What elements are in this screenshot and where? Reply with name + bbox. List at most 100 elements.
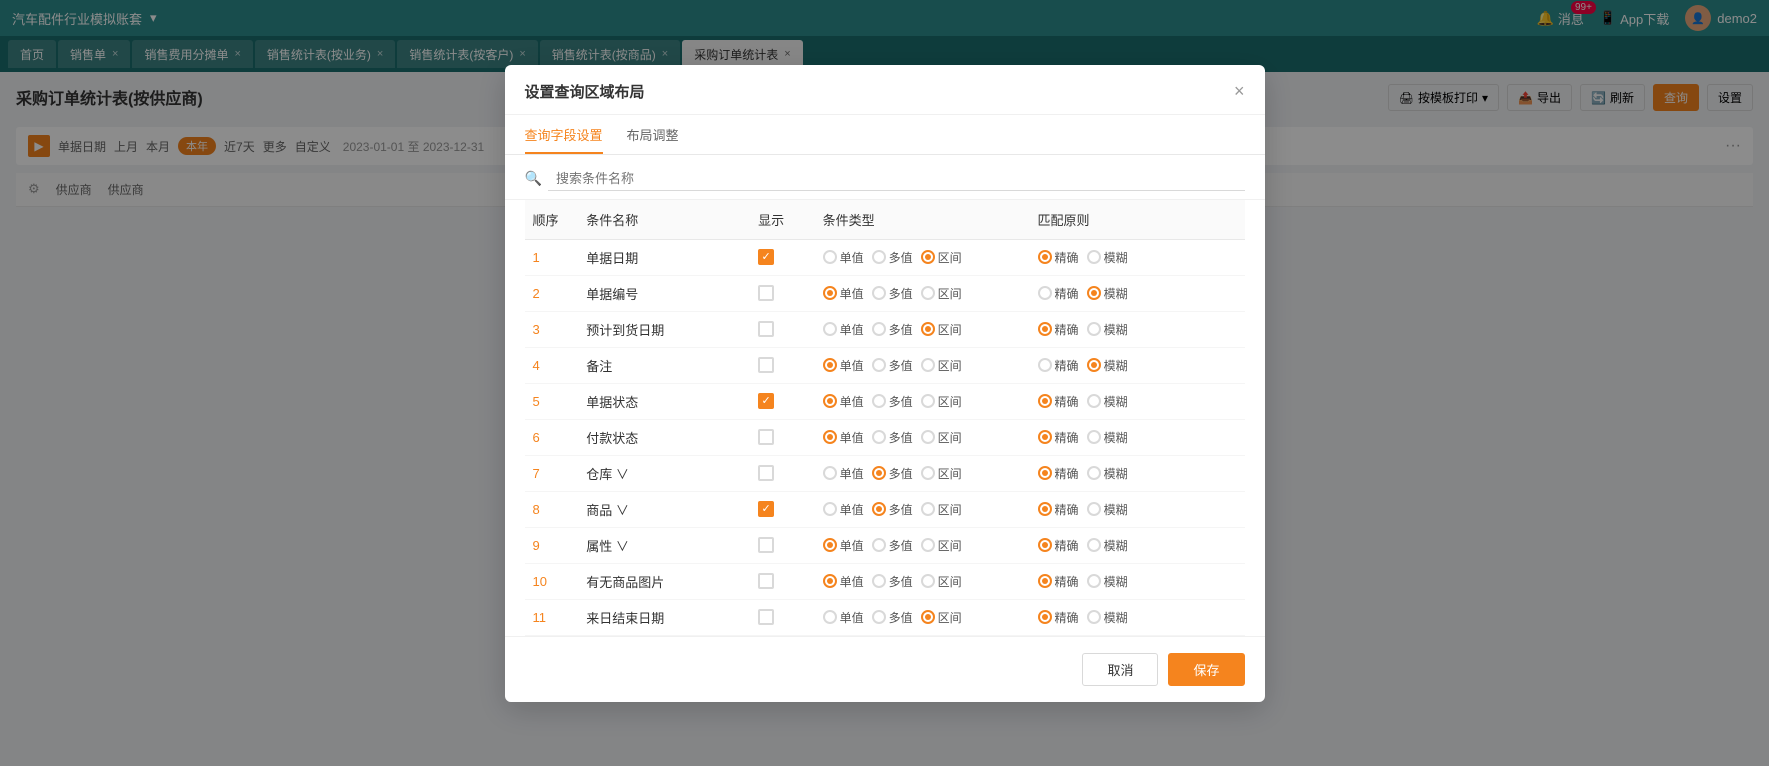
match-radio-精确[interactable]: 精确 [1038,357,1079,374]
type-radio-多值[interactable]: 多值 [872,285,913,302]
show-checkbox[interactable] [758,393,774,409]
type-radio-区间[interactable]: 区间 [921,429,962,446]
type-radio-单值[interactable]: 单值 [823,321,864,338]
type-radio-单值[interactable]: 单值 [823,501,864,518]
type-radio-区间[interactable]: 区间 [921,609,962,626]
cancel-button[interactable]: 取消 [1082,653,1158,686]
row-show-checkbox[interactable] [750,275,814,311]
type-radio-区间[interactable]: 区间 [921,501,962,518]
show-checkbox[interactable] [758,501,774,517]
type-radio-单值[interactable]: 单值 [823,357,864,374]
match-radio-精确[interactable]: 精确 [1038,321,1079,338]
type-radio-多值[interactable]: 多值 [872,321,913,338]
row-show-checkbox[interactable] [750,491,814,527]
match-radio-精确[interactable]: 精确 [1038,573,1079,590]
row-order: 4 [525,347,579,383]
type-radio-多值[interactable]: 多值 [872,465,913,482]
row-type: 单值多值区间 [815,491,1030,527]
show-checkbox[interactable] [758,465,774,481]
table-row: 4备注单值多值区间精确模糊 [525,347,1245,383]
row-show-checkbox[interactable] [750,563,814,599]
dialog-tab-layout[interactable]: 布局调整 [627,115,679,154]
type-radio-区间[interactable]: 区间 [921,537,962,554]
match-radio-模糊[interactable]: 模糊 [1087,393,1128,410]
match-radio-模糊[interactable]: 模糊 [1087,537,1128,554]
type-radio-区间[interactable]: 区间 [921,321,962,338]
match-radio-模糊[interactable]: 模糊 [1087,321,1128,338]
row-show-checkbox[interactable] [750,383,814,419]
radio-circle [823,574,837,588]
row-show-checkbox[interactable] [750,599,814,635]
type-radio-多值[interactable]: 多值 [872,609,913,626]
type-radio-单值[interactable]: 单值 [823,429,864,446]
match-radio-精确[interactable]: 精确 [1038,501,1079,518]
type-radio-区间[interactable]: 区间 [921,357,962,374]
row-show-checkbox[interactable] [750,455,814,491]
search-input[interactable] [556,171,1237,186]
type-radio-单值[interactable]: 单值 [823,393,864,410]
dialog-close-btn[interactable]: × [1234,82,1245,100]
type-radio-单值[interactable]: 单值 [823,573,864,590]
type-radio-区间[interactable]: 区间 [921,573,962,590]
show-checkbox[interactable] [758,321,774,337]
match-radio-精确[interactable]: 精确 [1038,285,1079,302]
type-radio-多值[interactable]: 多值 [872,537,913,554]
match-radio-模糊[interactable]: 模糊 [1087,609,1128,626]
match-radio-精确[interactable]: 精确 [1038,249,1079,266]
type-radio-单值[interactable]: 单值 [823,537,864,554]
show-checkbox[interactable] [758,249,774,265]
show-checkbox[interactable] [758,573,774,589]
th-show: 显示 [750,200,814,240]
match-radio-精确[interactable]: 精确 [1038,393,1079,410]
row-show-checkbox[interactable] [750,311,814,347]
type-radio-区间[interactable]: 区间 [921,285,962,302]
radio-circle [1038,502,1052,516]
row-type: 单值多值区间 [815,383,1030,419]
table-row: 5单据状态单值多值区间精确模糊 [525,383,1245,419]
row-match: 精确模糊 [1030,419,1245,455]
type-radio-多值[interactable]: 多值 [872,357,913,374]
type-radio-区间[interactable]: 区间 [921,249,962,266]
type-radio-多值[interactable]: 多值 [872,501,913,518]
radio-circle [921,574,935,588]
type-radio-多值[interactable]: 多值 [872,393,913,410]
row-type: 单值多值区间 [815,563,1030,599]
show-checkbox[interactable] [758,609,774,625]
table-row: 7仓库 ∨单值多值区间精确模糊 [525,455,1245,491]
row-show-checkbox[interactable] [750,419,814,455]
match-radio-模糊[interactable]: 模糊 [1087,573,1128,590]
show-checkbox[interactable] [758,429,774,445]
radio-circle [1038,250,1052,264]
type-radio-单值[interactable]: 单值 [823,609,864,626]
type-radio-多值[interactable]: 多值 [872,429,913,446]
match-radio-精确[interactable]: 精确 [1038,609,1079,626]
table-row: 9属性 ∨单值多值区间精确模糊 [525,527,1245,563]
match-radio-精确[interactable]: 精确 [1038,465,1079,482]
match-radio-模糊[interactable]: 模糊 [1087,429,1128,446]
show-checkbox[interactable] [758,537,774,553]
match-radio-模糊[interactable]: 模糊 [1087,357,1128,374]
row-show-checkbox[interactable] [750,527,814,563]
radio-circle [1087,574,1101,588]
match-radio-模糊[interactable]: 模糊 [1087,249,1128,266]
type-radio-多值[interactable]: 多值 [872,573,913,590]
match-radio-模糊[interactable]: 模糊 [1087,501,1128,518]
save-button[interactable]: 保存 [1168,653,1244,686]
type-radio-多值[interactable]: 多值 [872,249,913,266]
radio-circle [921,466,935,480]
row-show-checkbox[interactable] [750,347,814,383]
dialog-tab-query[interactable]: 查询字段设置 [525,115,603,154]
type-radio-单值[interactable]: 单值 [823,249,864,266]
show-checkbox[interactable] [758,285,774,301]
type-radio-单值[interactable]: 单值 [823,285,864,302]
match-radio-精确[interactable]: 精确 [1038,429,1079,446]
type-radio-区间[interactable]: 区间 [921,465,962,482]
row-show-checkbox[interactable] [750,239,814,275]
match-radio-模糊[interactable]: 模糊 [1087,465,1128,482]
search-icon: 🔍 [525,170,542,187]
type-radio-区间[interactable]: 区间 [921,393,962,410]
type-radio-单值[interactable]: 单值 [823,465,864,482]
match-radio-模糊[interactable]: 模糊 [1087,285,1128,302]
match-radio-精确[interactable]: 精确 [1038,537,1079,554]
show-checkbox[interactable] [758,357,774,373]
